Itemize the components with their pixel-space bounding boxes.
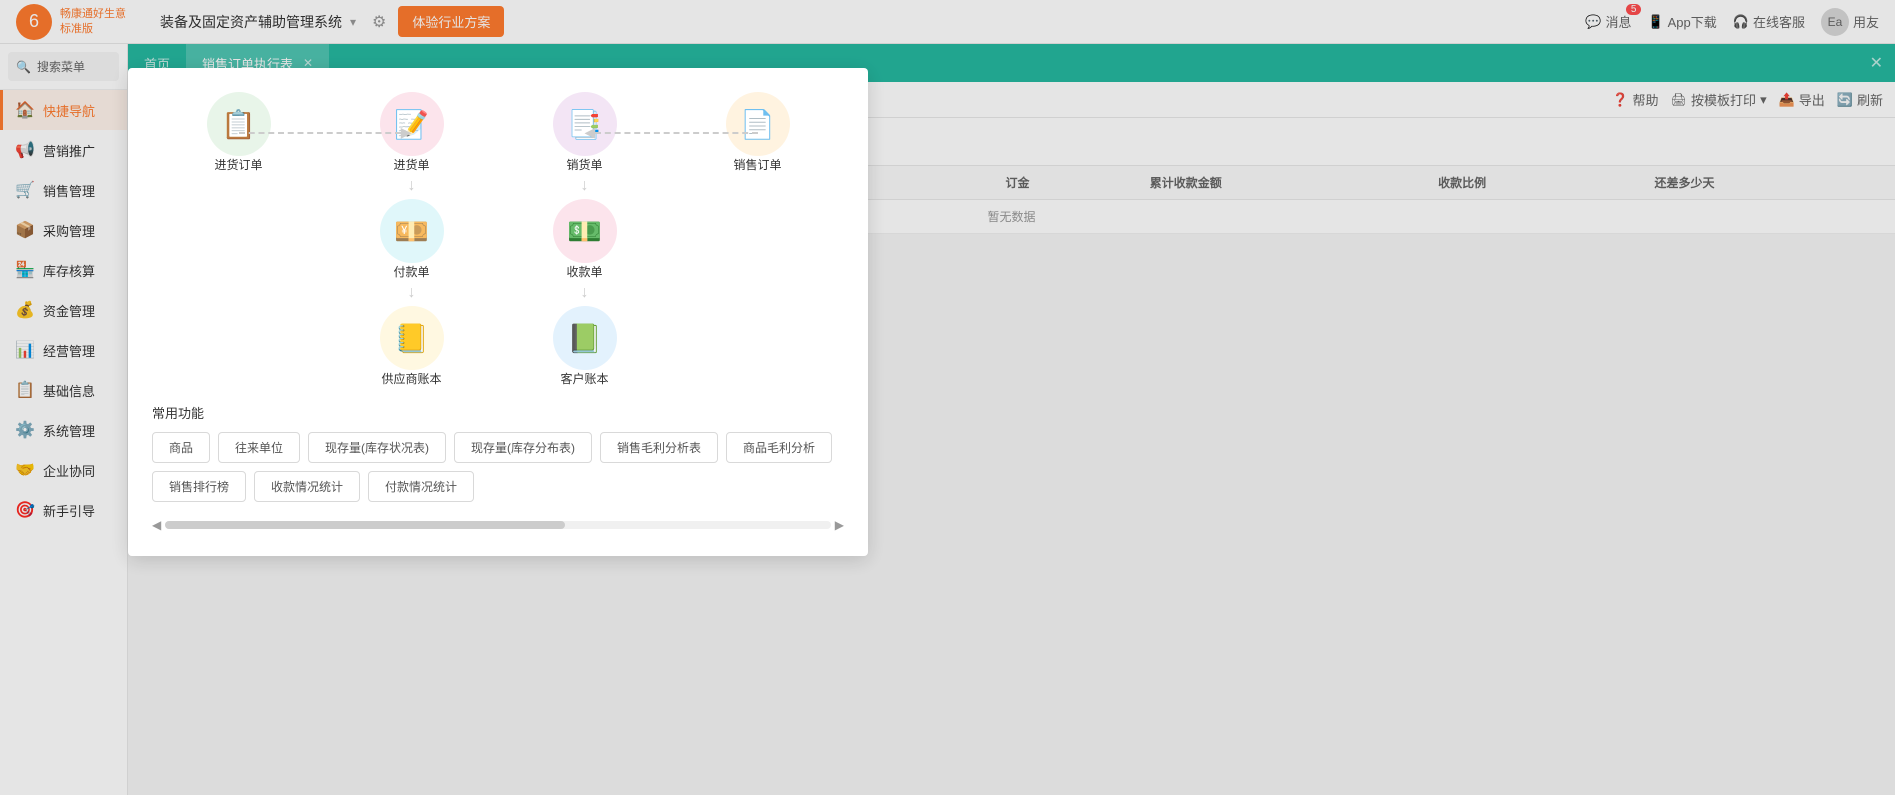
purchase-bill-label: 进货单 bbox=[393, 156, 429, 173]
function-btn-product[interactable]: 商品 bbox=[152, 432, 210, 463]
empty-col1-r5 bbox=[152, 306, 325, 387]
flow-node-supplier: 📒 供应商账本 bbox=[325, 306, 498, 387]
arrow-right-icon: ▶ bbox=[401, 124, 412, 141]
function-buttons-grid: 商品 往来单位 现存量(库存状况表) 现存量(库存分布表) 销售毛利分析表 商品… bbox=[152, 432, 844, 463]
arrow-purchase-to-bill: ▶ bbox=[239, 124, 412, 141]
down-arrow-payment: ↓ bbox=[325, 280, 498, 306]
flow-node-purchase-bill: ▶ 📝 进货单 bbox=[325, 92, 498, 173]
function-btn-stock-dist[interactable]: 现存量(库存分布表) bbox=[454, 432, 592, 463]
modal-scrollbar: ◀ ▶ bbox=[152, 518, 844, 532]
customer-account-icon[interactable]: 📗 bbox=[553, 306, 617, 370]
receipt-icon[interactable]: 💵 bbox=[553, 199, 617, 263]
down-arrow-purchase: ↓ bbox=[325, 173, 498, 199]
spacer-col4 bbox=[671, 173, 844, 199]
flow-node-receipt: 💵 收款单 bbox=[498, 199, 671, 280]
flow-node-sales-order: ◀ 📄 销售订单 bbox=[671, 92, 844, 173]
flow-node-customer: 📗 客户账本 bbox=[498, 306, 671, 387]
function-btn-stock-status[interactable]: 现存量(库存状况表) bbox=[308, 432, 446, 463]
function-btn-sales-rank[interactable]: 销售排行榜 bbox=[152, 471, 246, 502]
scroll-thumb bbox=[165, 521, 564, 529]
empty-col1-r3 bbox=[152, 199, 325, 280]
function-btn-counterpart[interactable]: 往来单位 bbox=[218, 432, 300, 463]
payment-icon[interactable]: 💴 bbox=[380, 199, 444, 263]
arrow-sales-order-to-bill: ◀ bbox=[585, 124, 758, 141]
supplier-account-label: 供应商账本 bbox=[381, 370, 441, 387]
function-btn-product-gross[interactable]: 商品毛利分析 bbox=[726, 432, 832, 463]
down-arrow-purchase-icon: ↓ bbox=[408, 177, 416, 195]
payment-label: 付款单 bbox=[393, 263, 429, 280]
flow-diagram: 📋 进货订单 ▶ 📝 进货单 bbox=[152, 92, 844, 387]
empty-col1-r4 bbox=[152, 280, 325, 306]
function-btn-receipt-stats[interactable]: 收款情况统计 bbox=[254, 471, 360, 502]
flow-modal: 📋 进货订单 ▶ 📝 进货单 bbox=[128, 68, 868, 556]
scroll-left-arrow[interactable]: ◀ bbox=[152, 518, 161, 532]
function-btn-payment-stats[interactable]: 付款情况统计 bbox=[368, 471, 474, 502]
app-container: 6 畅康通好生意 标准版 装备及固定资产辅助管理系统 ▾ ⚙ 体验行业方案 💬 … bbox=[0, 0, 1895, 795]
down-arrow-sales-icon: ↓ bbox=[581, 177, 589, 195]
common-title: 常用功能 bbox=[152, 403, 844, 422]
receipt-label: 收款单 bbox=[566, 263, 602, 280]
supplier-account-icon[interactable]: 📒 bbox=[380, 306, 444, 370]
down-arrow-receipt: ↓ bbox=[498, 280, 671, 306]
modal-overlay[interactable]: 📋 进货订单 ▶ 📝 进货单 bbox=[0, 0, 1895, 795]
empty-col4-r3 bbox=[671, 199, 844, 280]
down-arrow-sales: ↓ bbox=[498, 173, 671, 199]
down-arrow-receipt-icon: ↓ bbox=[581, 284, 589, 302]
empty-col4-r5 bbox=[671, 306, 844, 387]
arrow-left-icon: ◀ bbox=[585, 124, 596, 141]
scroll-track[interactable] bbox=[165, 521, 831, 529]
empty-col4-r4 bbox=[671, 280, 844, 306]
sales-order-label: 销售订单 bbox=[733, 156, 781, 173]
customer-account-label: 客户账本 bbox=[560, 370, 608, 387]
common-functions: 常用功能 商品 往来单位 现存量(库存状况表) 现存量(库存分布表) 销售毛利分… bbox=[152, 403, 844, 502]
scroll-right-arrow[interactable]: ▶ bbox=[835, 518, 844, 532]
function-btn-sales-gross[interactable]: 销售毛利分析表 bbox=[600, 432, 718, 463]
down-arrow-payment-icon: ↓ bbox=[408, 284, 416, 302]
flow-node-payment: 💴 付款单 bbox=[325, 199, 498, 280]
function-buttons-grid-2: 销售排行榜 收款情况统计 付款情况统计 bbox=[152, 471, 844, 502]
spacer-col1 bbox=[152, 173, 325, 199]
purchase-order-label: 进货订单 bbox=[214, 156, 262, 173]
sales-bill-label: 销货单 bbox=[566, 156, 602, 173]
